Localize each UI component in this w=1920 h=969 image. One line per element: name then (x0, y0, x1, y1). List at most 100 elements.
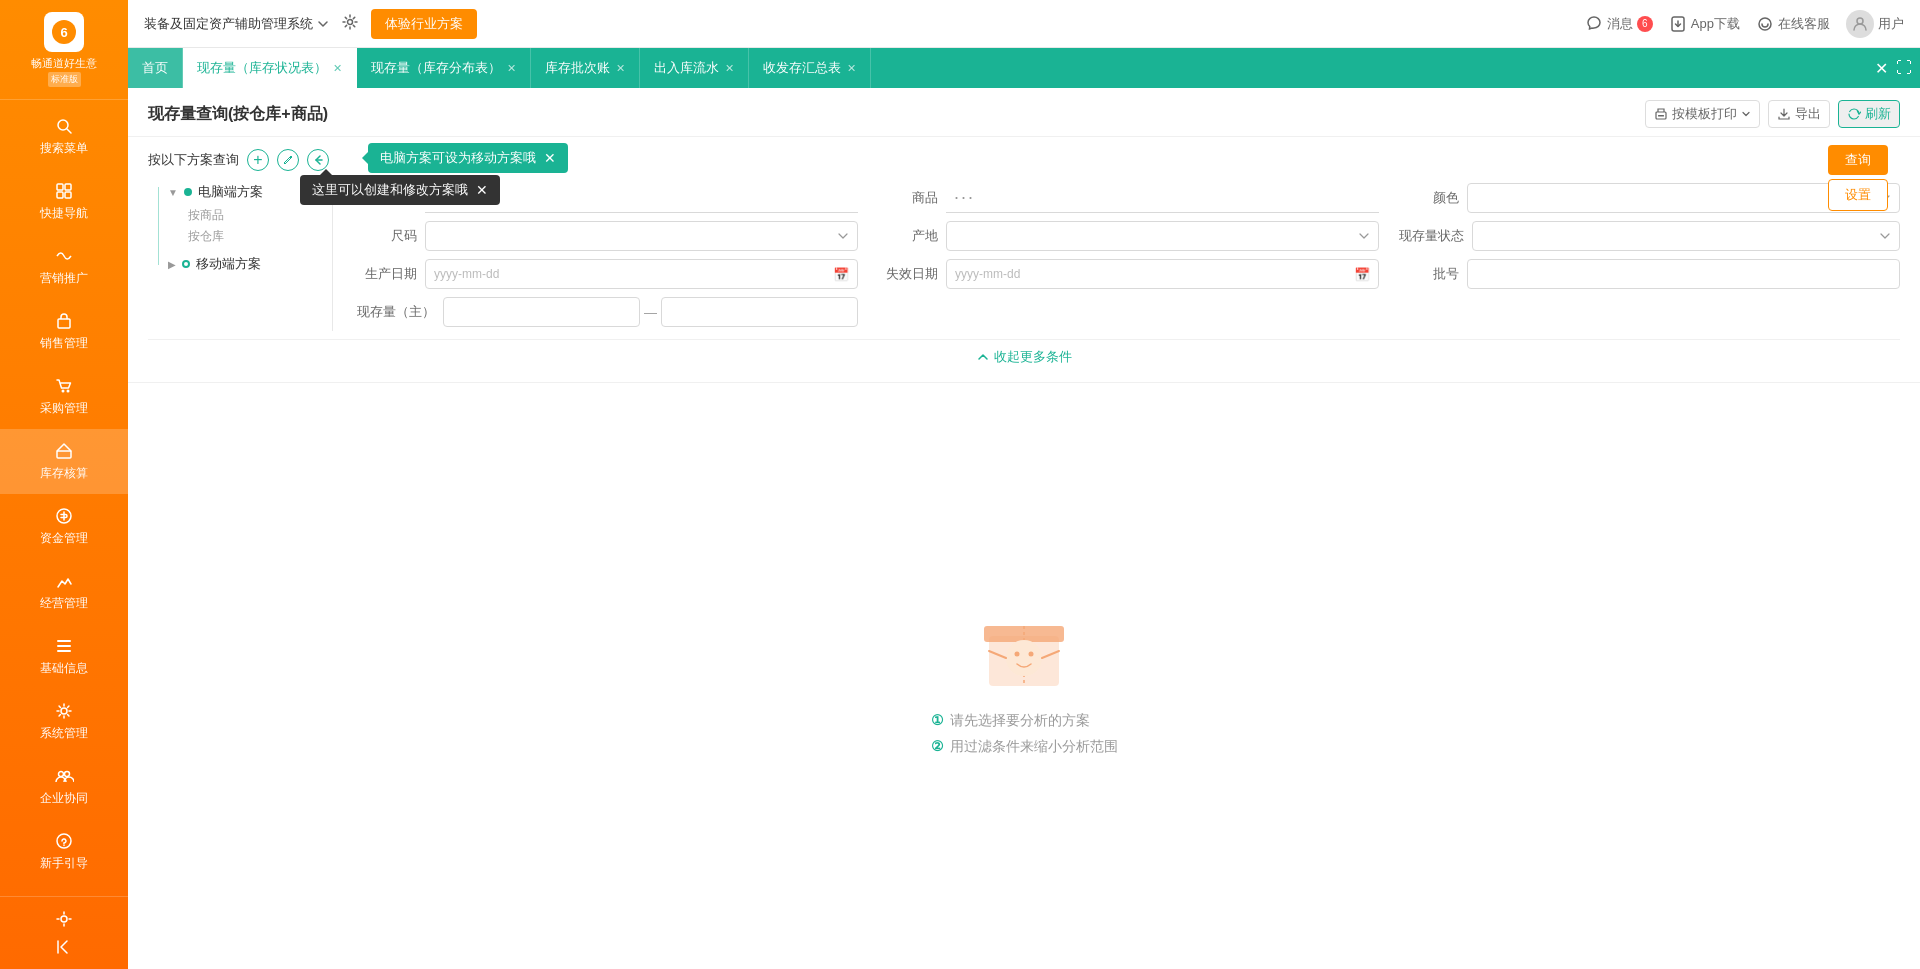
mfg-date-input[interactable]: yyyy-mm-dd 📅 (425, 259, 858, 289)
sidebar-item-quick-nav[interactable]: 快捷导航 (0, 169, 128, 234)
filter-origin-row: 产地 (878, 221, 1379, 251)
topbar-user-btn[interactable]: 用户 (1846, 10, 1904, 38)
sidebar: 6 畅通道好生意 标准版 搜索菜单 快捷导航 营销推广 销售管理 采购管理 库存 (0, 0, 128, 969)
tab-inventory-status[interactable]: 现存量（库存状况表） ✕ (183, 48, 357, 88)
sidebar-item-finance[interactable]: 资金管理 (0, 494, 128, 559)
tab-stock-flow-close[interactable]: ✕ (725, 62, 734, 75)
exp-date-calendar-icon[interactable]: 📅 (1354, 267, 1370, 282)
topbar-cta-button[interactable]: 体验行业方案 (371, 9, 477, 39)
tab-inventory-batch-close[interactable]: ✕ (616, 62, 625, 75)
size-dropdown-icon (837, 230, 849, 242)
svg-rect-8 (58, 319, 70, 328)
filter-edit-scheme-btn[interactable] (277, 149, 299, 171)
tab-stock-flow-label: 出入库流水 (654, 59, 719, 77)
export-button[interactable]: 导出 (1768, 100, 1830, 128)
export-label: 导出 (1795, 105, 1821, 123)
exp-date-label: 失效日期 (878, 265, 938, 283)
tab-inventory-dist[interactable]: 现存量（库存分布表） ✕ (357, 48, 531, 88)
filter-stock-status-row: 现存量状态 (1399, 221, 1900, 251)
tab-stock-flow[interactable]: 出入库流水 ✕ (640, 48, 749, 88)
message-badge: 6 (1637, 16, 1653, 32)
filter-tooltip-scheme: 电脑方案可设为移动方案哦 ✕ (368, 143, 568, 173)
sidebar-item-purchase-label: 采购管理 (40, 400, 88, 417)
app-name: 畅通道好生意 (31, 56, 97, 70)
tabs-close-all-btn[interactable]: ✕ (1875, 59, 1888, 78)
svg-rect-6 (57, 192, 63, 198)
scheme-tree-item-pc[interactable]: ▼ 电脑端方案 (148, 179, 308, 205)
filter-goods-row: 商品 ··· (878, 183, 1379, 213)
sidebar-collapse-btn[interactable] (54, 937, 74, 957)
exp-date-input[interactable]: yyyy-mm-dd 📅 (946, 259, 1379, 289)
sidebar-item-finance-label: 资金管理 (40, 530, 88, 547)
sidebar-logo: 6 畅通道好生意 标准版 (0, 0, 128, 100)
print-label: 按模板打印 (1672, 105, 1737, 123)
sidebar-item-marketing-label: 营销推广 (40, 270, 88, 287)
filter-tooltip-scheme-close[interactable]: ✕ (544, 150, 556, 166)
scheme-tree-item-mobile[interactable]: ▶ 移动端方案 (148, 251, 308, 277)
tab-inventory-dist-close[interactable]: ✕ (507, 62, 516, 75)
filter-back-btn[interactable] (307, 149, 329, 171)
sidebar-item-purchase[interactable]: 采购管理 (0, 364, 128, 429)
sidebar-settings-btn[interactable] (54, 909, 74, 929)
batch-label: 批号 (1399, 265, 1459, 283)
sidebar-item-sales[interactable]: 销售管理 (0, 299, 128, 364)
topbar-message-btn[interactable]: 消息 6 (1585, 15, 1653, 33)
tab-collect-summary-close[interactable]: ✕ (847, 62, 856, 75)
reset-button[interactable]: 设置 (1828, 179, 1888, 211)
filter-add-scheme-btn[interactable]: + (247, 149, 269, 171)
sidebar-item-inventory[interactable]: 库存核算 (0, 429, 128, 494)
filter-collapse-btn[interactable]: 收起更多条件 (148, 339, 1900, 370)
topbar-online-service-btn[interactable]: 在线客服 (1756, 15, 1830, 33)
app-logo-icon: 6 (44, 12, 84, 52)
size-select[interactable] (425, 221, 858, 251)
refresh-button[interactable]: 刷新 (1838, 100, 1900, 128)
scheme-dot-pc (184, 188, 192, 196)
scheme-tree-sub-1[interactable]: 按商品 (188, 205, 308, 226)
filter-tooltip-scheme2-close[interactable]: ✕ (476, 182, 488, 198)
batch-input[interactable] (1467, 259, 1900, 289)
scheme-sub-label: 按商品 (188, 207, 224, 224)
query-button[interactable]: 查询 (1828, 145, 1888, 175)
sidebar-item-marketing[interactable]: 营销推广 (0, 234, 128, 299)
tab-collect-summary[interactable]: 收发存汇总表 ✕ (749, 48, 871, 88)
svg-point-9 (62, 390, 65, 393)
print-button[interactable]: 按模板打印 (1645, 100, 1760, 128)
mfg-date-label: 生产日期 (357, 265, 417, 283)
stock-status-select[interactable] (1472, 221, 1900, 251)
stock-main-min-input[interactable] (443, 297, 640, 327)
topbar-settings-btn[interactable] (341, 13, 359, 34)
svg-rect-7 (65, 192, 71, 198)
sidebar-item-base[interactable]: 基础信息 (0, 624, 128, 689)
sidebar-item-system-label: 系统管理 (40, 725, 88, 742)
goods-select[interactable]: ··· (946, 183, 1379, 213)
tab-inventory-status-close[interactable]: ✕ (333, 62, 342, 75)
sidebar-item-quick-nav-label: 快捷导航 (40, 205, 88, 222)
sidebar-item-operations[interactable]: 经营管理 (0, 559, 128, 624)
svg-point-16 (61, 708, 67, 714)
tab-home[interactable]: 首页 (128, 48, 183, 88)
empty-tip-1-text: 请先选择要分析的方案 (950, 712, 1090, 730)
tab-inventory-batch[interactable]: 库存批次账 ✕ (531, 48, 640, 88)
mfg-date-placeholder: yyyy-mm-dd (434, 267, 499, 281)
topbar-app-download-btn[interactable]: App下载 (1669, 15, 1740, 33)
svg-point-33 (1006, 640, 1042, 676)
sidebar-item-enterprise[interactable]: 企业协同 (0, 754, 128, 819)
sidebar-item-system[interactable]: 系统管理 (0, 689, 128, 754)
scheme-dot-mobile (182, 260, 190, 268)
svg-rect-15 (57, 650, 71, 652)
system-title-dropdown[interactable]: 装备及固定资产辅助管理系统 (144, 15, 329, 33)
filter-tooltip-scheme-text: 电脑方案可设为移动方案哦 (380, 149, 536, 167)
tabs-bar: 首页 现存量（库存状况表） ✕ 现存量（库存分布表） ✕ 库存批次账 ✕ 出入库… (128, 48, 1920, 88)
sidebar-item-guide[interactable]: 新手引导 (0, 819, 128, 884)
mfg-date-calendar-icon[interactable]: 📅 (833, 267, 849, 282)
empty-state-text: ① 请先选择要分析的方案 ② 用过滤条件来缩小分析范围 (931, 712, 1118, 756)
origin-select[interactable] (946, 221, 1379, 251)
origin-label: 产地 (878, 227, 938, 245)
sidebar-item-search[interactable]: 搜索菜单 (0, 104, 128, 169)
tabs-maximize-btn[interactable]: ⛶ (1896, 59, 1912, 77)
sidebar-item-operations-label: 经营管理 (40, 595, 88, 612)
scheme-tree-sub-2[interactable]: 按仓库 (188, 226, 308, 247)
dropdown-icon (317, 18, 329, 30)
stock-main-max-input[interactable] (661, 297, 858, 327)
print-icon (1654, 107, 1668, 121)
